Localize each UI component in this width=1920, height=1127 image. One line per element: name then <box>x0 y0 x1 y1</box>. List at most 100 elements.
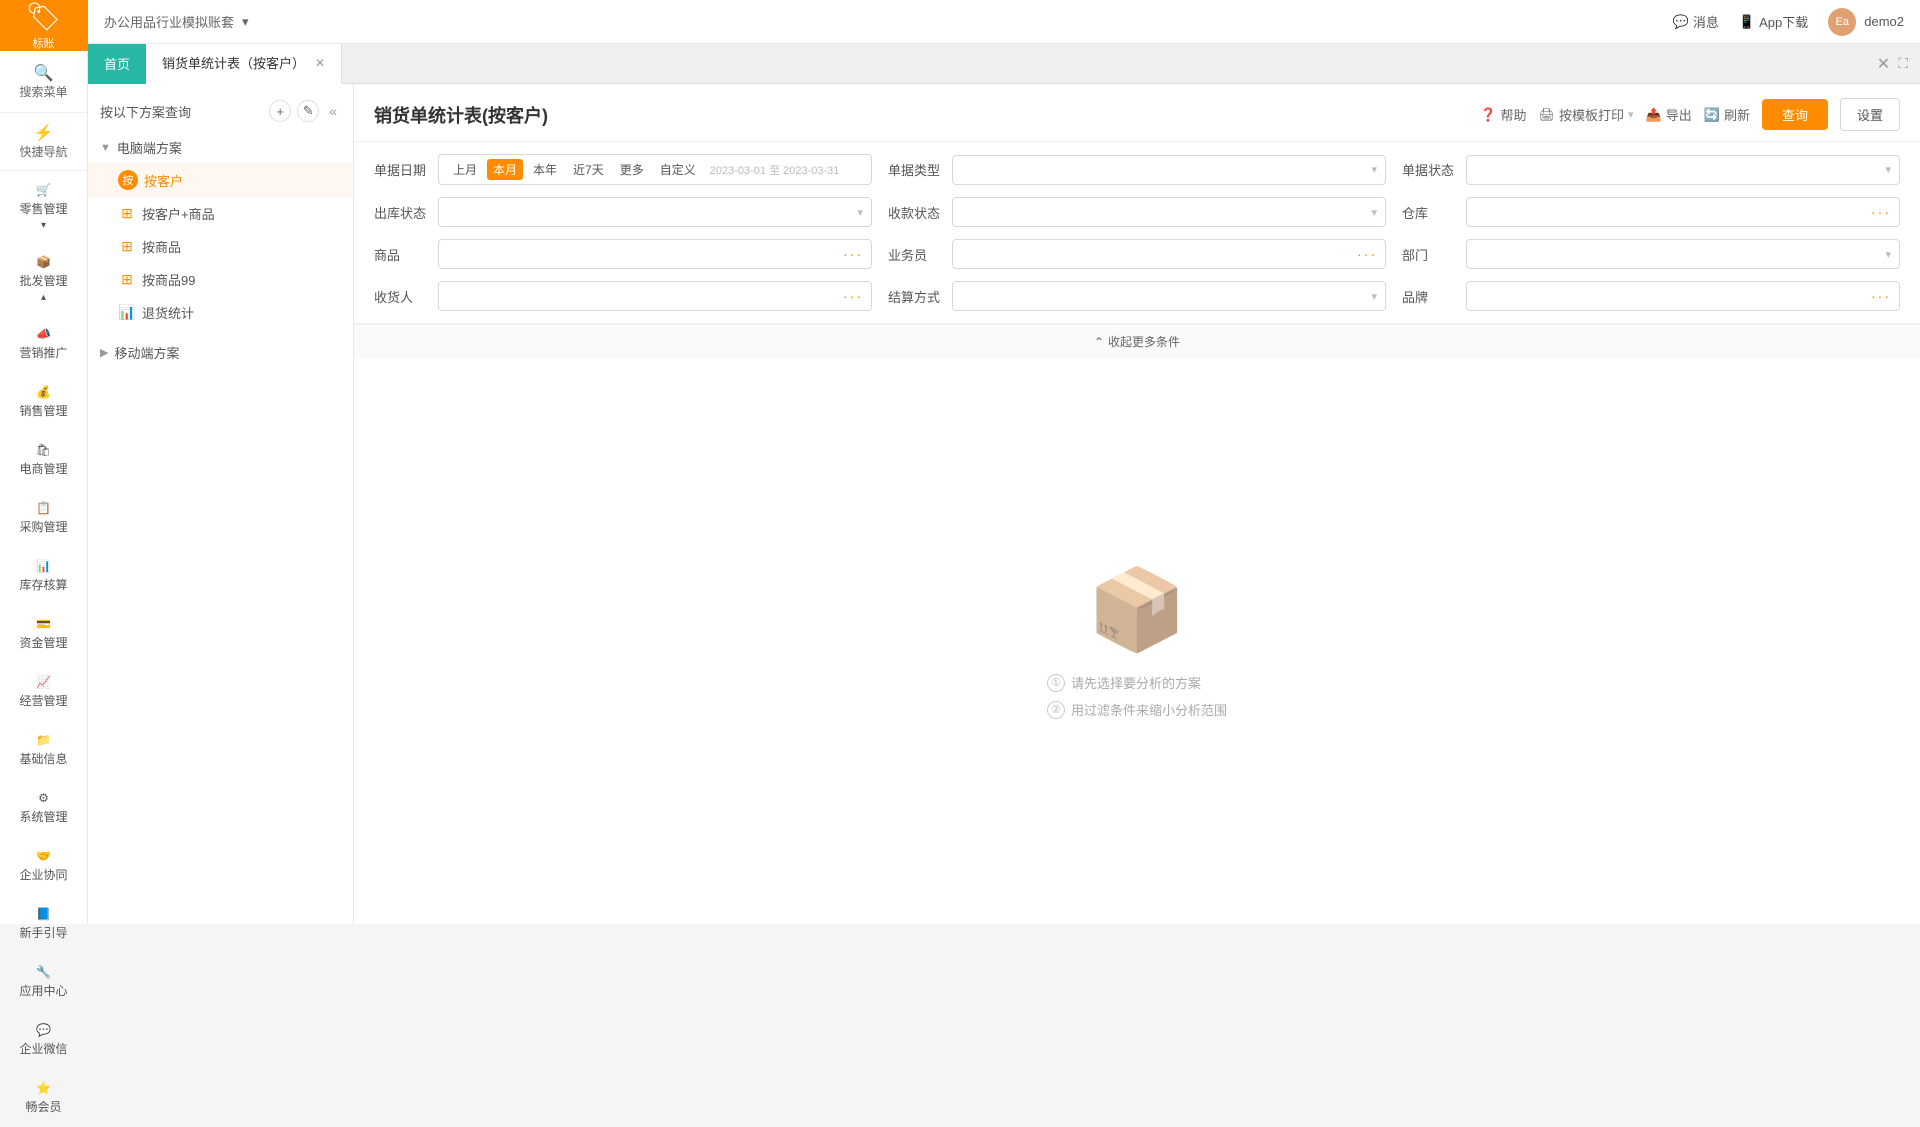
sidebar-item-inventory[interactable]: 📊 库存核算 <box>0 547 87 605</box>
sidebar-item-appcenter[interactable]: 🔧 应用中心 <box>0 953 87 1011</box>
tabs-bar: 首页 销货单统计表（按客户） ✕ ✕ ⛶ <box>88 44 1920 84</box>
sidebar-item-ecommerce[interactable]: 🛍 电商管理 <box>0 431 87 489</box>
tab-home[interactable]: 首页 <box>88 44 146 84</box>
date-shortcut-custom[interactable]: 自定义 <box>654 159 702 180</box>
filter-item-settlement: 结算方式 ▾ <box>888 281 1386 311</box>
scheme-item-by-product[interactable]: ⊞ 按商品 <box>88 230 353 263</box>
page-title-actions: ❓ 帮助 🖨 按模板打印 ▾ 📤 导出 🔄 刷新 <box>1480 98 1900 131</box>
date-shortcut-current-year[interactable]: 本年 <box>527 159 563 180</box>
scheme-panel: 按以下方案查询 + ✎ « ▼ 电脑端方案 按 按客户 ⊞ 按 <box>88 84 354 924</box>
date-shortcut-last-7[interactable]: 近7天 <box>567 159 610 180</box>
sidebar-item-sales[interactable]: 💰 销售管理 <box>0 373 87 431</box>
sidebar-item-label-sales: 销售管理 <box>19 402 67 419</box>
receiver-input[interactable]: ··· <box>438 281 872 311</box>
base-icon: 📁 <box>36 733 51 747</box>
sidebar-item-purchase[interactable]: 📋 采购管理 <box>0 489 87 547</box>
brand-input[interactable]: ··· <box>1466 281 1900 311</box>
app-download-icon: 📱 <box>1739 14 1755 30</box>
app-download-action[interactable]: 📱 App下载 <box>1739 12 1808 31</box>
print-dropdown-icon[interactable]: ▾ <box>1628 108 1634 121</box>
scheme-item-label-product-99: 按商品99 <box>142 270 195 289</box>
enterprise-icon: 🤝 <box>36 849 51 863</box>
settlement-select[interactable]: ▾ <box>952 281 1386 311</box>
user-profile[interactable]: Ea demo2 <box>1828 8 1904 36</box>
sidebar-item-marketing[interactable]: 📣 营销推广 <box>0 315 87 373</box>
salesman-label: 业务员 <box>888 245 944 264</box>
sidebar-item-base[interactable]: 📁 基础信息 <box>0 721 87 779</box>
receiver-dots-icon[interactable]: ··· <box>843 288 863 304</box>
date-input[interactable]: 上月 本月 本年 近7天 更多 自定义 2023-03-01 至 2023-03… <box>438 154 872 185</box>
sidebar-item-finance[interactable]: 💳 资金管理 <box>0 605 87 663</box>
product-label: 商品 <box>374 245 430 264</box>
scheme-item-by-product-99[interactable]: ⊞ 按商品99 <box>88 263 353 296</box>
scheme-panel-header: 按以下方案查询 + ✎ « <box>88 94 353 128</box>
print-action[interactable]: 🖨 按模板打印 ▾ <box>1539 105 1634 124</box>
doc-type-select[interactable]: ▾ <box>952 155 1386 185</box>
sidebar-item-enterprise[interactable]: 🤝 企业协同 <box>0 837 87 895</box>
payment-status-arrow-icon: ▾ <box>1371 206 1377 219</box>
top-header: 办公用品行业模拟账套 ▾ 💬 消息 📱 App下载 Ea demo2 <box>88 0 1920 44</box>
product-input[interactable]: ··· <box>438 239 872 269</box>
help-action[interactable]: ❓ 帮助 <box>1480 105 1526 124</box>
user-avatar: Ea <box>1828 8 1856 36</box>
query-button[interactable]: 查询 <box>1762 99 1828 130</box>
sidebar-quick[interactable]: ⚡ 快捷导航 <box>0 113 87 171</box>
salesman-dots-icon[interactable]: ··· <box>1357 246 1377 262</box>
department-select[interactable]: ▾ <box>1466 239 1900 269</box>
scheme-group-mobile-header[interactable]: ▶ 移动端方案 <box>88 337 353 368</box>
date-shortcut-more[interactable]: 更多 <box>614 159 650 180</box>
sidebar-item-wholesale[interactable]: 📦 批发管理 ▴ <box>0 243 87 315</box>
empty-state: 📦 ① 请先选择要分析的方案 ② 用过滤条件来缩小分析范围 <box>354 358 1920 924</box>
sidebar-item-label-system: 系统管理 <box>19 808 67 825</box>
tab-sales-stats[interactable]: 销货单统计表（按客户） ✕ <box>146 44 342 84</box>
scheme-add-button[interactable]: + <box>269 100 291 122</box>
salesman-input[interactable]: ··· <box>952 239 1386 269</box>
scheme-group-mobile: ▶ 移动端方案 <box>88 333 353 372</box>
stock-status-select[interactable]: ▾ <box>438 197 872 227</box>
department-label: 部门 <box>1402 245 1458 264</box>
window-maximize-icon[interactable]: ⛶ <box>1898 55 1908 72</box>
tab-close-icon[interactable]: ✕ <box>315 56 325 70</box>
export-action[interactable]: 📤 导出 <box>1646 105 1692 124</box>
filter-row-1: 单据日期 上月 本月 本年 近7天 更多 自定义 2023-03-01 至 20… <box>374 154 1900 185</box>
sidebar-item-member[interactable]: ⭐ 畅会员 <box>0 1069 87 1127</box>
stock-status-label: 出库状态 <box>374 203 430 222</box>
refresh-action[interactable]: 🔄 刷新 <box>1704 105 1750 124</box>
collapse-bar[interactable]: ⌃ 收起更多条件 <box>354 324 1920 358</box>
doc-status-select[interactable]: ▾ <box>1466 155 1900 185</box>
sidebar-item-wxwork[interactable]: 💬 企业微信 <box>0 1011 87 1069</box>
scheme-group-arrow-mobile: ▶ <box>100 346 108 359</box>
message-action[interactable]: 💬 消息 <box>1673 12 1719 31</box>
filter-item-department: 部门 ▾ <box>1402 239 1900 269</box>
page-title-bar: 销货单统计表(按客户) ❓ 帮助 🖨 按模板打印 ▾ 📤 导出 <box>354 84 1920 142</box>
tip-num-2: ② <box>1047 701 1065 719</box>
scheme-item-return-stats[interactable]: 📊 退货统计 <box>88 296 353 329</box>
product-dots-icon[interactable]: ··· <box>843 246 863 262</box>
brand-dots-icon[interactable]: ··· <box>1871 288 1891 304</box>
refresh-icon: 🔄 <box>1704 107 1720 123</box>
warehouse-dots-icon[interactable]: ··· <box>1871 204 1891 220</box>
logo-icon: 🏷 <box>26 0 62 33</box>
scheme-item-by-customer-product[interactable]: ⊞ 按客户+商品 <box>88 197 353 230</box>
scheme-group-label-desktop: 电脑端方案 <box>117 138 182 157</box>
date-shortcut-current-month[interactable]: 本月 <box>487 159 523 180</box>
sidebar-logo[interactable]: 🏷 标账 <box>0 0 88 51</box>
settings-button[interactable]: 设置 <box>1840 98 1900 131</box>
sidebar-item-operations[interactable]: 📈 经营管理 <box>0 663 87 721</box>
warehouse-input[interactable]: ··· <box>1466 197 1900 227</box>
sidebar: 🏷 标账 🔍 搜索菜单 ⚡ 快捷导航 🛒 零售管理 ▾ 📦 批发管理 ▴ 📣 营… <box>0 0 88 924</box>
sidebar-item-newbie[interactable]: 📘 新手引导 <box>0 895 87 953</box>
export-label: 导出 <box>1666 105 1692 124</box>
scheme-edit-button[interactable]: ✎ <box>297 100 319 122</box>
sidebar-item-retail[interactable]: 🛒 零售管理 ▾ <box>0 171 87 243</box>
payment-status-select[interactable]: ▾ <box>952 197 1386 227</box>
scheme-item-by-customer[interactable]: 按 按客户 <box>88 163 353 197</box>
header-dropdown-icon[interactable]: ▾ <box>242 14 249 30</box>
sidebar-item-system[interactable]: ⚙ 系统管理 <box>0 779 87 837</box>
date-shortcut-last-month[interactable]: 上月 <box>447 159 483 180</box>
scheme-group-desktop-header[interactable]: ▼ 电脑端方案 <box>88 132 353 163</box>
window-close-icon[interactable]: ✕ <box>1877 54 1890 74</box>
sidebar-search[interactable]: 🔍 搜索菜单 <box>0 51 87 113</box>
scheme-collapse-button[interactable]: « <box>325 101 341 121</box>
sidebar-item-label-enterprise: 企业协同 <box>19 866 67 883</box>
